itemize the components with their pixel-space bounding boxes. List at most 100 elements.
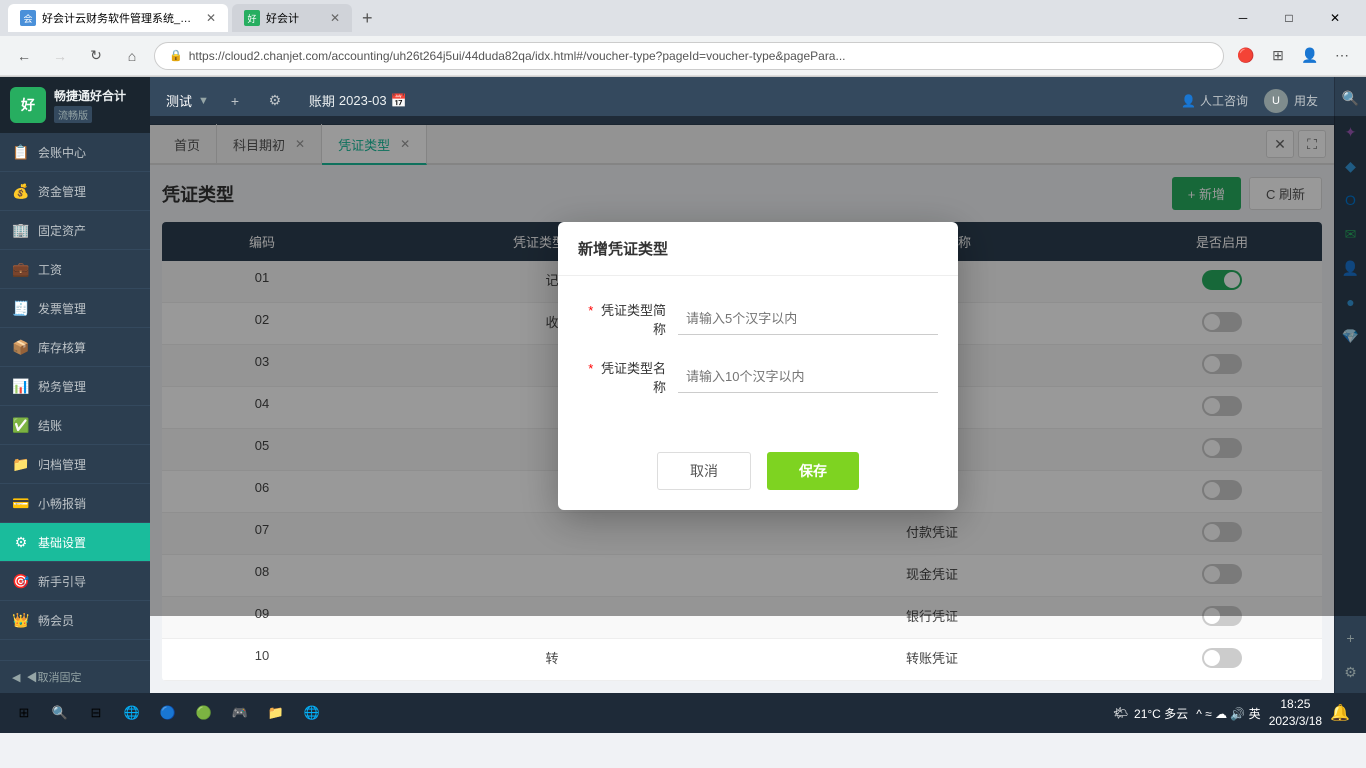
notification-button[interactable]: 🔔 — [1330, 703, 1350, 723]
taskbar-chrome[interactable]: 🔵 — [152, 697, 184, 729]
inventory-icon: 📦 — [12, 338, 30, 356]
basic-icon: ⚙ — [12, 533, 30, 551]
address-bar: ← → ↻ ⌂ 🔒 https://cloud2.chanjet.com/acc… — [0, 36, 1366, 76]
sidebar-item-fixed-assets[interactable]: 🏢 固定资产 — [0, 211, 150, 250]
sidebar-item-archive[interactable]: 📁 归档管理 — [0, 445, 150, 484]
consultant-icon: 👤 — [1181, 94, 1196, 108]
table-row[interactable]: 10 转 转账凭证 — [162, 639, 1322, 681]
rp-search-button[interactable]: 🔍 — [1338, 85, 1364, 111]
taskbar: ⊞ 🔍 ⊟ 🌐 🔵 🟢 🎮 📁 🌐 🌤 21°C 多云 ^ ≈ ☁ 🔊 英 18… — [0, 693, 1366, 733]
tax-icon: 📊 — [12, 377, 30, 395]
weather-info: 🌤 — [1113, 706, 1128, 720]
sidebar-item-settle[interactable]: ✅ 结账 — [0, 406, 150, 445]
sidebar-item-guide[interactable]: 🎯 新手引导 — [0, 562, 150, 601]
cancel-button[interactable]: 取消 — [657, 452, 751, 490]
sidebar-label-member: 畅会员 — [38, 612, 74, 629]
sidebar-label-fixed-assets: 固定资产 — [38, 222, 86, 239]
taskbar-explorer[interactable]: 📁 — [260, 697, 292, 729]
profile-button[interactable]: 👤 — [1296, 42, 1324, 70]
browser-tab-2[interactable]: 好 好会计 ✕ — [232, 4, 352, 32]
consultant-label: 人工咨询 — [1200, 92, 1248, 109]
taskbar-browser2[interactable]: 🌐 — [296, 697, 328, 729]
url-text: https://cloud2.chanjet.com/accounting/uh… — [189, 49, 846, 63]
sidebar-item-invoice[interactable]: 🧾 发票管理 — [0, 289, 150, 328]
taskbar-task-view[interactable]: ⊟ — [80, 697, 112, 729]
name-label: * 凭证类型名称 — [578, 358, 678, 396]
tab-title-1: 好会计云财务软件管理系统_会计 — [42, 10, 200, 26]
close-button[interactable]: ✕ — [1312, 0, 1358, 36]
logo-badge: 流畅版 — [54, 106, 92, 123]
invoice-icon: 🧾 — [12, 299, 30, 317]
dashboard-icon: 📋 — [12, 143, 30, 161]
weather-text: 21°C 多云 — [1134, 705, 1188, 722]
settings-button[interactable]: ⚙ — [261, 87, 289, 115]
bookmark-button[interactable]: ⊞ — [1264, 42, 1292, 70]
rp-settings-button[interactable]: ⚙ — [1338, 659, 1364, 685]
sidebar-item-member[interactable]: 👑 畅会员 — [0, 601, 150, 640]
company-selector[interactable]: 测试 ▼ — [166, 91, 209, 110]
sidebar-item-tax[interactable]: 📊 税务管理 — [0, 367, 150, 406]
sidebar-logo: 好 畅捷通好合计 流畅版 — [0, 77, 150, 133]
taskbar-apps[interactable]: 🎮 — [224, 697, 256, 729]
modal-header: 新增凭证类型 — [558, 222, 958, 276]
add-company-button[interactable]: + — [221, 87, 249, 115]
name-input[interactable] — [678, 361, 938, 393]
row-toggle[interactable] — [1122, 639, 1322, 680]
sidebar-label-dashboard: 会账中心 — [38, 144, 86, 161]
taskbar-search[interactable]: 🔍 — [44, 697, 76, 729]
sidebar-item-salary[interactable]: 💼 工资 — [0, 250, 150, 289]
sidebar-item-expense[interactable]: 💳 小畅报销 — [0, 484, 150, 523]
member-icon: 👑 — [12, 611, 30, 629]
browser-tab-active[interactable]: 会 好会计云财务软件管理系统_会计 ✕ — [8, 4, 228, 32]
abbr-input[interactable] — [678, 303, 938, 335]
system-tray: 🌤 21°C 多云 — [1113, 705, 1188, 722]
unpin-button[interactable]: ◀ ◀取消固定 — [0, 660, 150, 693]
sidebar-label-assets: 资金管理 — [38, 183, 86, 200]
lock-icon: 🔒 — [169, 49, 183, 62]
modal-title: 新增凭证类型 — [578, 238, 668, 259]
archive-icon: 📁 — [12, 455, 30, 473]
tab-favicon-1: 会 — [20, 10, 36, 26]
modal-footer: 取消 保存 — [558, 440, 958, 510]
toggle-off[interactable] — [1202, 648, 1242, 668]
forward-button[interactable]: → — [46, 42, 74, 70]
row-abbr: 转 — [362, 639, 742, 680]
abbr-label-text: 凭证类型简称 — [601, 303, 666, 337]
taskbar-edge[interactable]: 🌐 — [116, 697, 148, 729]
taskbar-wechat[interactable]: 🟢 — [188, 697, 220, 729]
tab-close-2[interactable]: ✕ — [330, 11, 340, 25]
back-button[interactable]: ← — [10, 42, 38, 70]
tab-close-1[interactable]: ✕ — [206, 11, 216, 25]
row-code: 10 — [162, 639, 362, 680]
sidebar-scroll: 📋 会账中心 💰 资金管理 🏢 固定资产 💼 工资 🧾 发票管理 📦 库 — [0, 133, 150, 660]
tray-icons: ^ ≈ ☁ 🔊 英 — [1196, 705, 1261, 722]
address-input[interactable]: 🔒 https://cloud2.chanjet.com/accounting/… — [154, 42, 1224, 70]
sidebar-item-basic[interactable]: ⚙ 基础设置 — [0, 523, 150, 562]
save-button[interactable]: 保存 — [767, 452, 859, 490]
sidebar-label-invoice: 发票管理 — [38, 300, 86, 317]
sidebar-label-inventory: 库存核算 — [38, 339, 86, 356]
minimize-button[interactable]: ─ — [1220, 0, 1266, 36]
sidebar-item-assets[interactable]: 💰 资金管理 — [0, 172, 150, 211]
sidebar-item-inventory[interactable]: 📦 库存核算 — [0, 328, 150, 367]
new-tab-button[interactable]: + — [356, 8, 379, 29]
extensions-button[interactable]: 🔴 — [1232, 42, 1260, 70]
sidebar-label-expense: 小畅报销 — [38, 495, 86, 512]
time-display: 18:25 — [1269, 696, 1322, 713]
more-button[interactable]: ⋯ — [1328, 42, 1356, 70]
unpin-icon: ◀ — [12, 671, 20, 684]
clock[interactable]: 18:25 2023/3/18 — [1269, 696, 1322, 730]
salary-icon: 💼 — [12, 260, 30, 278]
home-button[interactable]: ⌂ — [118, 42, 146, 70]
start-button[interactable]: ⊞ — [8, 697, 40, 729]
logo-icon: 好 — [10, 87, 46, 123]
consultant-button[interactable]: 👤 人工咨询 — [1181, 92, 1248, 109]
browser-chrome: 会 好会计云财务软件管理系统_会计 ✕ 好 好会计 ✕ + ─ □ ✕ ← → … — [0, 0, 1366, 77]
rp-add-button[interactable]: + — [1338, 625, 1364, 651]
maximize-button[interactable]: □ — [1266, 0, 1312, 36]
refresh-button[interactable]: ↻ — [82, 42, 110, 70]
unpin-label: ◀取消固定 — [26, 669, 81, 685]
user-info[interactable]: U 用友 — [1264, 89, 1318, 113]
sidebar-item-dashboard[interactable]: 📋 会账中心 — [0, 133, 150, 172]
sidebar: 好 畅捷通好合计 流畅版 📋 会账中心 💰 资金管理 🏢 固定资产 💼 工资 — [0, 77, 150, 693]
